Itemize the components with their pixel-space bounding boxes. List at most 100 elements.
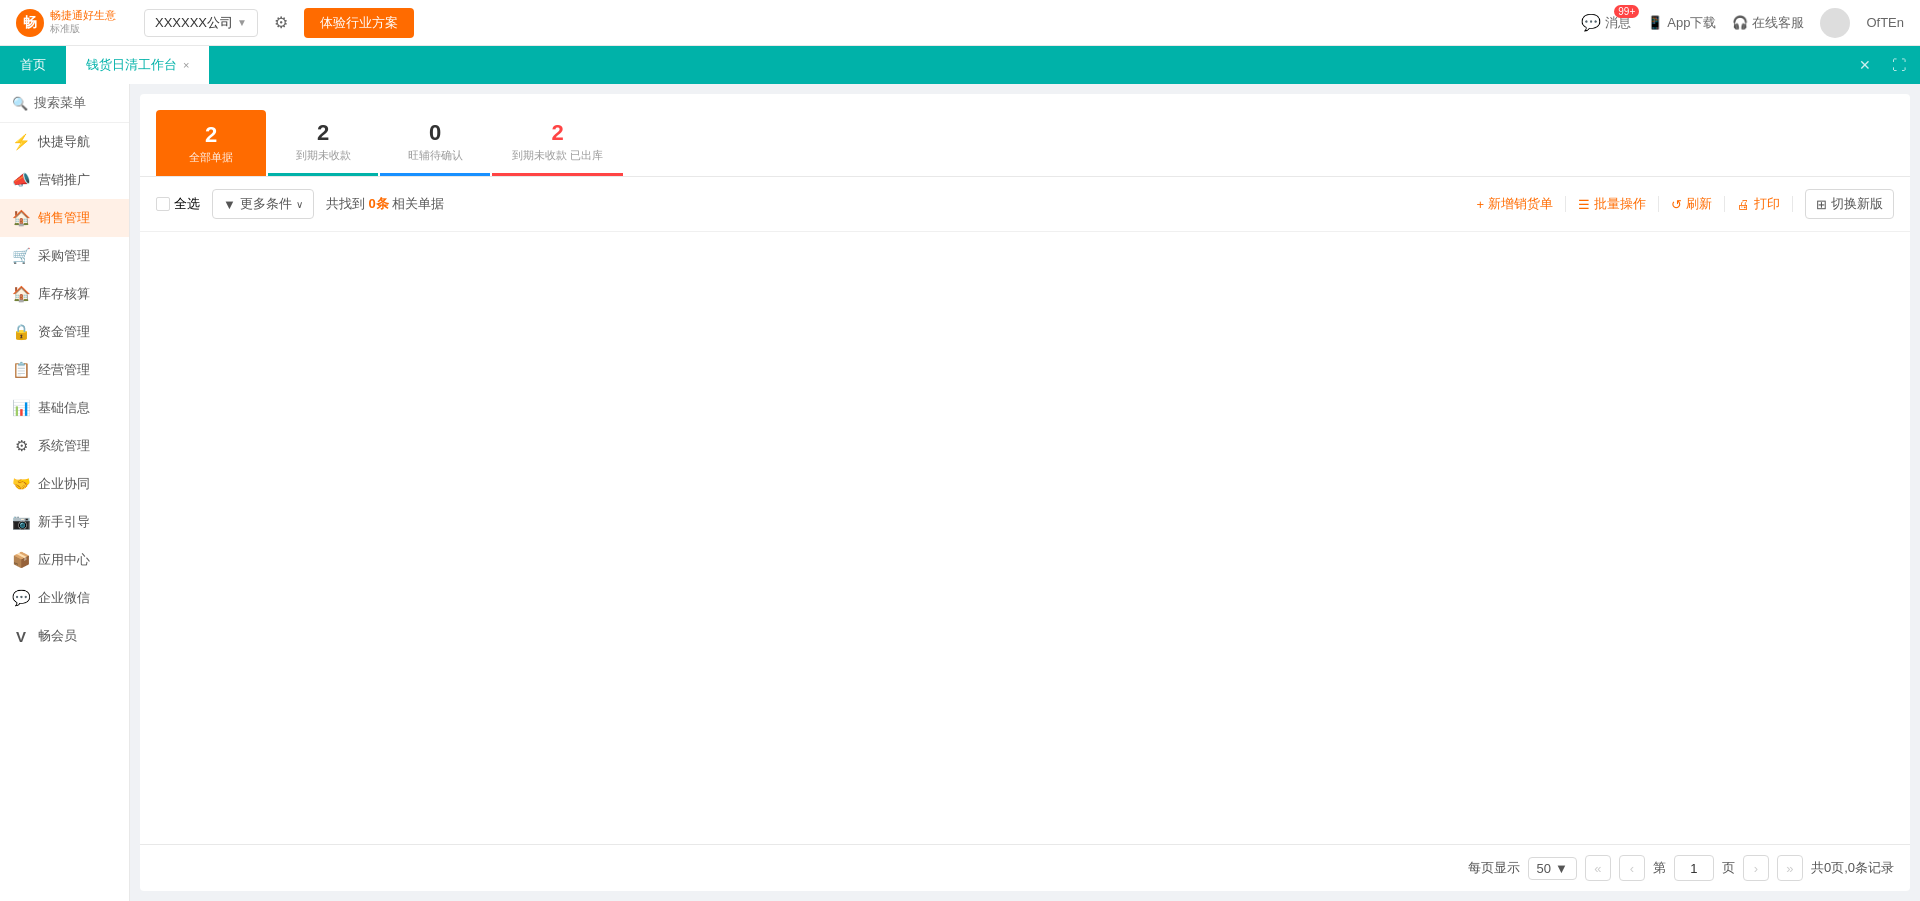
- online-service-label: 在线客服: [1752, 14, 1804, 32]
- sidebar-item-marketing[interactable]: 📣 营销推广: [0, 161, 129, 199]
- prev-page-button[interactable]: ‹: [1619, 855, 1645, 881]
- settings-button[interactable]: ⚙: [266, 8, 296, 38]
- divider: [1565, 196, 1566, 212]
- stat-shipped-number: 2: [551, 120, 563, 146]
- nav-tabs-bar: 首页 钱货日清工作台 × ✕ ⛶: [0, 46, 1920, 84]
- download-icon: 📱: [1647, 15, 1663, 30]
- sidebar-item-quicknav[interactable]: ⚡ 快捷导航: [0, 123, 129, 161]
- tab-expand-button[interactable]: ⛶: [1886, 52, 1912, 78]
- sidebar-item-system[interactable]: ⚙ 系统管理: [0, 427, 129, 465]
- sidebar: 🔍 搜索菜单 ⚡ 快捷导航 📣 营销推广 🏠 销售管理 🛒 采购管理 🏠 库存核…: [0, 84, 130, 901]
- page-content: 2 全部单据 2 到期未收款 0 旺辅待确认 2 到期未收款 已出库: [140, 94, 1910, 891]
- newbie-icon: 📷: [12, 513, 30, 531]
- add-sales-order-button[interactable]: + 新增销货单: [1476, 195, 1553, 213]
- logo-sub: 标准版: [50, 22, 116, 36]
- stat-all-label: 全部单据: [189, 150, 233, 165]
- sidebar-item-enterprise[interactable]: 🤝 企业协同: [0, 465, 129, 503]
- system-icon: ⚙: [12, 437, 30, 455]
- logo-icon: 畅: [16, 9, 44, 37]
- app-download-link[interactable]: 📱 App下载: [1647, 14, 1716, 32]
- sidebar-item-purchase[interactable]: 🛒 采购管理: [0, 237, 129, 275]
- pagination-bar: 每页显示 50 ▼ « ‹ 第 页 › » 共0页,0条记录: [140, 844, 1910, 891]
- sidebar-item-label: 基础信息: [38, 399, 90, 417]
- sidebar-item-label: 企业协同: [38, 475, 90, 493]
- filter-label: 更多条件: [240, 195, 292, 213]
- filter-button[interactable]: ▼ 更多条件 ∨: [212, 189, 314, 219]
- page-number-input[interactable]: [1674, 855, 1714, 881]
- content-area: 2 全部单据 2 到期未收款 0 旺辅待确认 2 到期未收款 已出库: [130, 84, 1920, 901]
- tab-home[interactable]: 首页: [0, 46, 66, 84]
- plus-icon: +: [1476, 197, 1484, 212]
- tab-controls: ✕ ⛶: [1852, 52, 1920, 78]
- tab-close-button[interactable]: ✕: [1852, 52, 1878, 78]
- stat-tab-pending[interactable]: 0 旺辅待确认: [380, 110, 490, 176]
- sidebar-item-label: 销售管理: [38, 209, 90, 227]
- sidebar-item-sales[interactable]: 🏠 销售管理: [0, 199, 129, 237]
- refresh-button[interactable]: ↺ 刷新: [1671, 195, 1712, 213]
- filter-icon: ▼: [223, 197, 236, 212]
- sidebar-item-finance[interactable]: 🔒 资金管理: [0, 313, 129, 351]
- table-area: [140, 232, 1910, 844]
- batch-label: 批量操作: [1594, 195, 1646, 213]
- toolbar-right: + 新增销货单 ☰ 批量操作 ↺ 刷新 🖨: [1476, 189, 1894, 219]
- sidebar-item-wechat[interactable]: 💬 企业微信: [0, 579, 129, 617]
- chevron-down-icon: ∨: [296, 199, 303, 210]
- switch-version-button[interactable]: ⊞ 切换新版: [1805, 189, 1894, 219]
- page-label: 第: [1653, 859, 1666, 877]
- first-page-button[interactable]: «: [1585, 855, 1611, 881]
- print-button[interactable]: 🖨 打印: [1737, 195, 1780, 213]
- sidebar-item-label: 库存核算: [38, 285, 90, 303]
- switch-icon: ⊞: [1816, 197, 1827, 212]
- tab-workbench[interactable]: 钱货日清工作台 ×: [66, 46, 209, 84]
- tab-close-icon[interactable]: ×: [183, 59, 189, 71]
- chevron-down-icon: ▼: [237, 17, 247, 28]
- experience-button[interactable]: 体验行业方案: [304, 8, 414, 38]
- sidebar-item-label: 经营管理: [38, 361, 90, 379]
- basicinfo-icon: 📊: [12, 399, 30, 417]
- logo-name: 畅捷通好生意: [50, 9, 116, 22]
- finance-icon: 🔒: [12, 323, 30, 341]
- select-all-checkbox[interactable]: 全选: [156, 195, 200, 213]
- print-label: 打印: [1754, 195, 1780, 213]
- sidebar-item-basicinfo[interactable]: 📊 基础信息: [0, 389, 129, 427]
- stat-shipped-label: 到期未收款 已出库: [512, 148, 603, 163]
- stat-overdue-label: 到期未收款: [296, 148, 351, 163]
- sidebar-item-inventory[interactable]: 🏠 库存核算: [0, 275, 129, 313]
- company-name: XXXXXX公司: [155, 14, 233, 32]
- sidebar-item-appcenter[interactable]: 📦 应用中心: [0, 541, 129, 579]
- next-page-button[interactable]: ›: [1743, 855, 1769, 881]
- last-page-button[interactable]: »: [1777, 855, 1803, 881]
- sidebar-item-label: 畅会员: [38, 627, 77, 645]
- notification-area[interactable]: 💬 消息 99+: [1581, 13, 1631, 32]
- sidebar-search-label: 搜索菜单: [34, 94, 86, 112]
- appcenter-icon: 📦: [12, 551, 30, 569]
- switch-label: 切换新版: [1831, 195, 1883, 213]
- stat-pending-label: 旺辅待确认: [408, 148, 463, 163]
- batch-operation-button[interactable]: ☰ 批量操作: [1578, 195, 1646, 213]
- divider2: [1658, 196, 1659, 212]
- main-layout: 🔍 搜索菜单 ⚡ 快捷导航 📣 营销推广 🏠 销售管理 🛒 采购管理 🏠 库存核…: [0, 84, 1920, 901]
- divider4: [1792, 196, 1793, 212]
- stat-tab-shipped[interactable]: 2 到期未收款 已出库: [492, 110, 623, 176]
- sidebar-item-newbie[interactable]: 📷 新手引导: [0, 503, 129, 541]
- sidebar-item-member[interactable]: V 畅会员: [0, 617, 129, 655]
- tab-workbench-label: 钱货日清工作台: [86, 56, 177, 74]
- member-icon: V: [12, 627, 30, 645]
- refresh-label: 刷新: [1686, 195, 1712, 213]
- sidebar-search[interactable]: 🔍 搜索菜单: [0, 84, 129, 123]
- select-all-label: 全选: [174, 195, 200, 213]
- stat-tab-all[interactable]: 2 全部单据: [156, 110, 266, 176]
- toolbar: 全选 ▼ 更多条件 ∨ 共找到 0条 相关单据 + 新增销货单: [140, 177, 1910, 232]
- sidebar-item-operations[interactable]: 📋 经营管理: [0, 351, 129, 389]
- stat-tab-overdue[interactable]: 2 到期未收款: [268, 110, 378, 176]
- header-right: 💬 消息 99+ 📱 App下载 🎧 在线客服 OfTEn: [1581, 8, 1904, 38]
- username[interactable]: OfTEn: [1866, 15, 1904, 30]
- sidebar-item-label: 系统管理: [38, 437, 90, 455]
- page-size-selector[interactable]: 50 ▼: [1528, 857, 1577, 880]
- online-service-link[interactable]: 🎧 在线客服: [1732, 14, 1804, 32]
- batch-icon: ☰: [1578, 197, 1590, 212]
- avatar[interactable]: [1820, 8, 1850, 38]
- print-icon: 🖨: [1737, 197, 1750, 212]
- company-selector[interactable]: XXXXXX公司 ▼: [144, 9, 258, 37]
- sidebar-item-label: 新手引导: [38, 513, 90, 531]
